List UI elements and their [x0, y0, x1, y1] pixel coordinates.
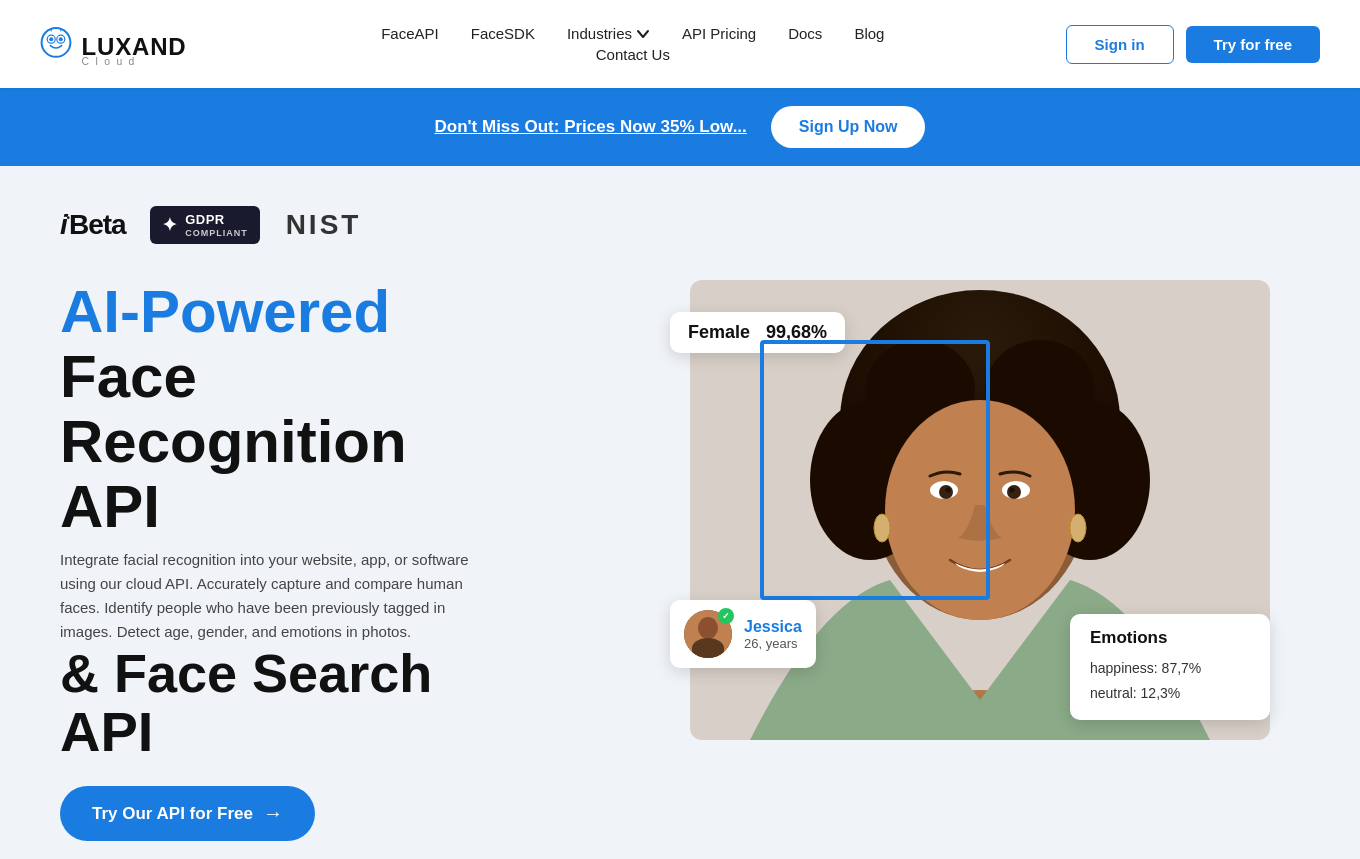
logo[interactable]: LUXAND Cloud	[40, 14, 200, 74]
emotions-title: Emotions	[1090, 628, 1250, 648]
nav-industries[interactable]: Industries	[567, 25, 650, 42]
face-detection-rect	[760, 340, 990, 600]
identity-card: ✓ Jessica 26, years	[670, 600, 816, 668]
svg-point-25	[1070, 514, 1086, 542]
hero-title-5: & Face Search	[60, 644, 432, 702]
hero-right: Female 99,68%	[620, 280, 1300, 760]
nav-blog[interactable]: Blog	[854, 25, 884, 42]
hero-description: Integrate facial recognition into your w…	[60, 548, 480, 644]
emotion-1: happiness: 87,7%	[1090, 656, 1250, 681]
chevron-down-icon	[636, 27, 650, 41]
svg-point-27	[698, 617, 718, 639]
promo-banner: Don't Miss Out: Prices Now 35% Low... Si…	[0, 88, 1360, 166]
ibeta-badge: i • Beta	[60, 209, 126, 241]
nav-row-top: FaceAPI FaceSDK Industries API Pricing D…	[381, 25, 884, 42]
gender-label: Female	[688, 322, 750, 343]
identity-name: Jessica	[744, 618, 802, 636]
face-detection-area: Female 99,68%	[650, 280, 1270, 740]
nav-actions: Sign in Try for free	[1066, 25, 1320, 64]
hero-section: AI-Powered Face Recognition API Integrat…	[60, 280, 1300, 841]
hero-title-2: Face	[60, 345, 580, 410]
gdpr-badge: ✦ GDPR COMPLIANT	[150, 206, 260, 244]
try-for-free-button[interactable]: Try for free	[1186, 26, 1320, 63]
banner-text: Don't Miss Out: Prices Now 35% Low...	[435, 117, 747, 137]
svg-text:Cloud: Cloud	[82, 56, 141, 67]
hero-title-3: Recognition	[60, 410, 580, 475]
signup-now-button[interactable]: Sign Up Now	[771, 106, 926, 148]
hero-title-1: AI-Powered	[60, 280, 580, 345]
nav-docs[interactable]: Docs	[788, 25, 822, 42]
hero-title-6: API	[60, 702, 580, 762]
gdpr-icon: ✦	[162, 214, 178, 236]
svg-point-28	[692, 644, 724, 658]
emotions-card: Emotions happiness: 87,7% neutral: 12,3%	[1070, 614, 1270, 720]
arrow-icon: →	[263, 802, 283, 825]
main-content: i • Beta ✦ GDPR COMPLIANT NIST AI-Powere…	[0, 166, 1360, 841]
nav-center: FaceAPI FaceSDK Industries API Pricing D…	[381, 25, 884, 63]
navbar: LUXAND Cloud FaceAPI FaceSDK Industries	[0, 0, 1360, 88]
hero-left: AI-Powered Face Recognition API Integrat…	[60, 280, 580, 841]
cta-button[interactable]: Try Our API for Free →	[60, 786, 315, 841]
emotions-data: happiness: 87,7% neutral: 12,3%	[1090, 656, 1250, 706]
signin-button[interactable]: Sign in	[1066, 25, 1174, 64]
nav-row-bottom: Contact Us	[596, 46, 670, 63]
check-icon: ✓	[718, 608, 734, 624]
nav-contact[interactable]: Contact Us	[596, 46, 670, 63]
nav-facesdk[interactable]: FaceSDK	[471, 25, 535, 42]
svg-point-22	[1007, 485, 1021, 499]
emotion-2: neutral: 12,3%	[1090, 681, 1250, 706]
nav-pricing[interactable]: API Pricing	[682, 25, 756, 42]
nist-badge: NIST	[284, 207, 364, 243]
svg-point-2	[49, 37, 53, 41]
hero-title-4: API	[60, 475, 160, 540]
svg-point-3	[59, 37, 63, 41]
nav-faceapi[interactable]: FaceAPI	[381, 25, 439, 42]
identity-age: 26, years	[744, 636, 802, 651]
badges-row: i • Beta ✦ GDPR COMPLIANT NIST	[60, 206, 1300, 244]
svg-point-23	[1010, 488, 1015, 493]
svg-point-1	[42, 28, 71, 57]
